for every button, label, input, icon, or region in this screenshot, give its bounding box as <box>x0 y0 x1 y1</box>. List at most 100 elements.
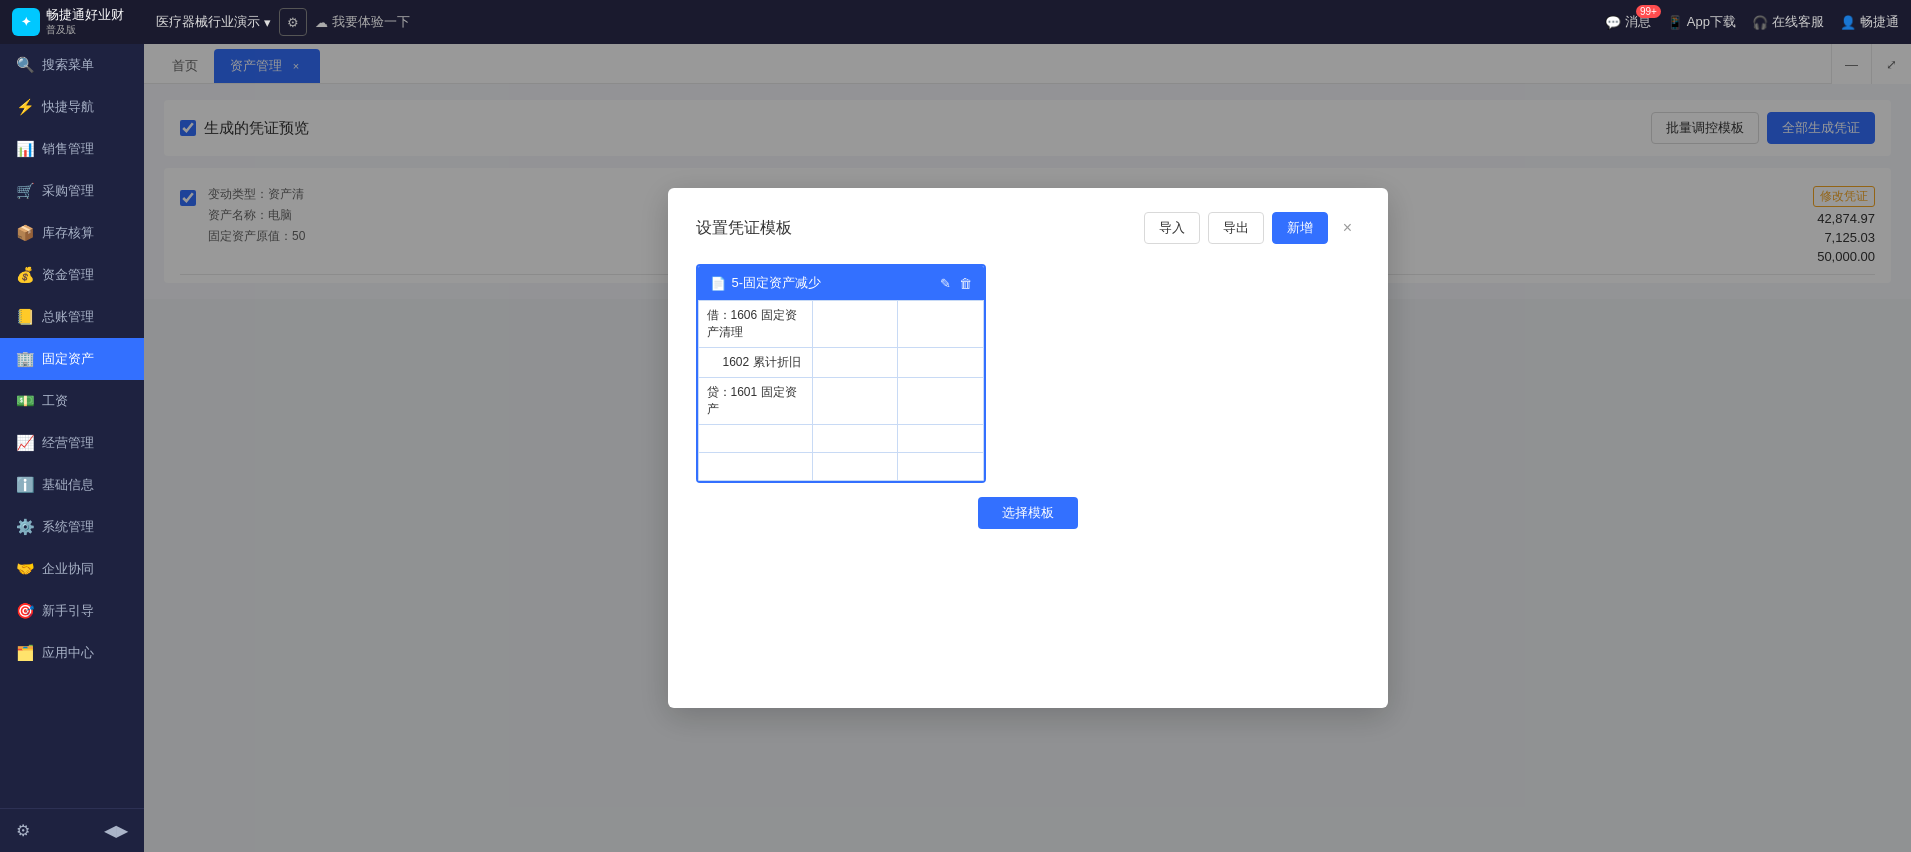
settings-bottom-icon[interactable]: ⚙ <box>16 821 30 840</box>
company-name: 医疗器械行业演示 <box>156 13 260 31</box>
service-label: 在线客服 <box>1772 13 1824 31</box>
user-avatar[interactable]: 👤 畅捷通 <box>1840 13 1899 31</box>
select-template-button[interactable]: 选择模板 <box>978 497 1078 529</box>
sidebar-item-operations[interactable]: 📈 经营管理 <box>0 422 144 464</box>
close-icon: × <box>1343 219 1352 237</box>
main-content: 首页 资产管理 × — ⤢ 生成的凭证预览 批量调控模板 <box>144 44 1911 852</box>
sidebar-item-salary[interactable]: 💵 工资 <box>0 380 144 422</box>
app-download-button[interactable]: 📱 App下载 <box>1667 13 1736 31</box>
template-cell <box>898 378 984 425</box>
dialog-close-button[interactable]: × <box>1336 216 1360 240</box>
user-name: 畅捷通 <box>1860 13 1899 31</box>
template-row-debit2: 1602 累计折旧 <box>698 348 983 378</box>
app-logo: ✦ 畅捷通好业财 普及版 <box>12 7 156 37</box>
template-row-empty2 <box>698 453 983 481</box>
collapse-icon[interactable]: ◀▶ <box>104 821 128 840</box>
sidebar-bottom: ⚙ ◀▶ <box>0 808 144 852</box>
sidebar-item-ledger[interactable]: 📒 总账管理 <box>0 296 144 338</box>
dropdown-icon: ▾ <box>264 15 271 30</box>
sidebar-item-label: 系统管理 <box>42 518 94 536</box>
sidebar-item-inventory[interactable]: 📦 库存核算 <box>0 212 144 254</box>
sidebar-item-guide[interactable]: 🎯 新手引导 <box>0 590 144 632</box>
sidebar-item-label: 应用中心 <box>42 644 94 662</box>
sidebar-item-label: 固定资产 <box>42 350 94 368</box>
system-icon: ⚙️ <box>16 518 34 536</box>
guide-icon: 🎯 <box>16 602 34 620</box>
template-cell <box>812 378 898 425</box>
purchase-icon: 🛒 <box>16 182 34 200</box>
sidebar-item-label: 总账管理 <box>42 308 94 326</box>
experience-icon: ☁ <box>315 15 328 30</box>
template-row-credit1: 贷：1601 固定资产 <box>698 378 983 425</box>
download-label: App下载 <box>1687 13 1736 31</box>
sidebar-item-label: 销售管理 <box>42 140 94 158</box>
template-cell <box>898 453 984 481</box>
sidebar-item-purchase[interactable]: 🛒 采购管理 <box>0 170 144 212</box>
messages-badge: 99+ <box>1636 5 1661 18</box>
sidebar-item-label: 资金管理 <box>42 266 94 284</box>
sidebar-item-label: 经营管理 <box>42 434 94 452</box>
template-cell <box>812 301 898 348</box>
sidebar-item-apps[interactable]: 🗂️ 应用中心 <box>0 632 144 674</box>
app-name: 畅捷通好业财 <box>46 7 124 23</box>
sidebar-item-sales[interactable]: 📊 销售管理 <box>0 128 144 170</box>
template-cell <box>898 425 984 453</box>
online-service-button[interactable]: 🎧 在线客服 <box>1752 13 1824 31</box>
quicknav-icon: ⚡ <box>16 98 34 116</box>
template-cell <box>812 425 898 453</box>
sidebar-item-label: 快捷导航 <box>42 98 94 116</box>
export-button[interactable]: 导出 <box>1208 212 1264 244</box>
sidebar-item-label: 新手引导 <box>42 602 94 620</box>
sidebar-item-basic-info[interactable]: ℹ️ 基础信息 <box>0 464 144 506</box>
template-table: 借：1606 固定资产清理 1602 累计折旧 贷：1601 固定资产 <box>698 300 984 481</box>
company-selector[interactable]: 医疗器械行业演示 ▾ <box>156 13 271 31</box>
template-cell <box>812 348 898 378</box>
sidebar-item-label: 工资 <box>42 392 68 410</box>
funds-icon: 💰 <box>16 266 34 284</box>
sidebar: 🔍 搜索菜单 ⚡ 快捷导航 📊 销售管理 🛒 采购管理 📦 库存核算 💰 资金管… <box>0 44 144 852</box>
template-cell: 贷：1601 固定资产 <box>698 378 812 425</box>
messages-button[interactable]: 💬 消息 99+ <box>1605 13 1651 31</box>
user-icon: 👤 <box>1840 15 1856 30</box>
search-icon: 🔍 <box>16 56 34 74</box>
template-cell <box>812 453 898 481</box>
settings-button[interactable]: ⚙ <box>279 8 307 36</box>
template-cell <box>698 425 812 453</box>
salary-icon: 💵 <box>16 392 34 410</box>
import-button[interactable]: 导入 <box>1144 212 1200 244</box>
sidebar-item-quicknav[interactable]: ⚡ 快捷导航 <box>0 86 144 128</box>
template-cell <box>698 453 812 481</box>
template-doc-icon: 📄 <box>710 276 726 291</box>
template-header-left: 📄 5-固定资产减少 <box>710 274 822 292</box>
sidebar-item-system[interactable]: ⚙️ 系统管理 <box>0 506 144 548</box>
sidebar-item-label: 采购管理 <box>42 182 94 200</box>
operations-icon: 📈 <box>16 434 34 452</box>
sidebar-item-label: 基础信息 <box>42 476 94 494</box>
basic-info-icon: ℹ️ <box>16 476 34 494</box>
topbar-right: 💬 消息 99+ 📱 App下载 🎧 在线客服 👤 畅捷通 <box>1605 13 1899 31</box>
experience-button[interactable]: ☁ 我要体验一下 <box>315 13 410 31</box>
collab-icon: 🤝 <box>16 560 34 578</box>
dialog-header: 设置凭证模板 导入 导出 新增 × <box>696 212 1360 244</box>
template-cell <box>898 301 984 348</box>
template-delete-button[interactable]: 🗑 <box>959 276 972 291</box>
dialog-actions: 导入 导出 新增 <box>1144 212 1328 244</box>
sidebar-item-collab[interactable]: 🤝 企业协同 <box>0 548 144 590</box>
fixed-assets-icon: 🏢 <box>16 350 34 368</box>
new-button[interactable]: 新增 <box>1272 212 1328 244</box>
template-cell: 1602 累计折旧 <box>698 348 812 378</box>
download-icon: 📱 <box>1667 15 1683 30</box>
template-cell: 借：1606 固定资产清理 <box>698 301 812 348</box>
sidebar-item-label: 库存核算 <box>42 224 94 242</box>
messages-icon: 💬 <box>1605 15 1621 30</box>
sidebar-item-funds[interactable]: 💰 资金管理 <box>0 254 144 296</box>
experience-label: 我要体验一下 <box>332 13 410 31</box>
sidebar-item-fixed-assets[interactable]: 🏢 固定资产 <box>0 338 144 380</box>
sidebar-item-search[interactable]: 🔍 搜索菜单 <box>0 44 144 86</box>
sidebar-scroll: 🔍 搜索菜单 ⚡ 快捷导航 📊 销售管理 🛒 采购管理 📦 库存核算 💰 资金管… <box>0 44 144 808</box>
template-cell <box>898 348 984 378</box>
topbar-center: 医疗器械行业演示 ▾ ⚙ ☁ 我要体验一下 <box>156 8 1605 36</box>
template-edit-button[interactable]: ✎ <box>940 276 951 291</box>
service-icon: 🎧 <box>1752 15 1768 30</box>
sidebar-item-label: 搜索菜单 <box>42 56 94 74</box>
